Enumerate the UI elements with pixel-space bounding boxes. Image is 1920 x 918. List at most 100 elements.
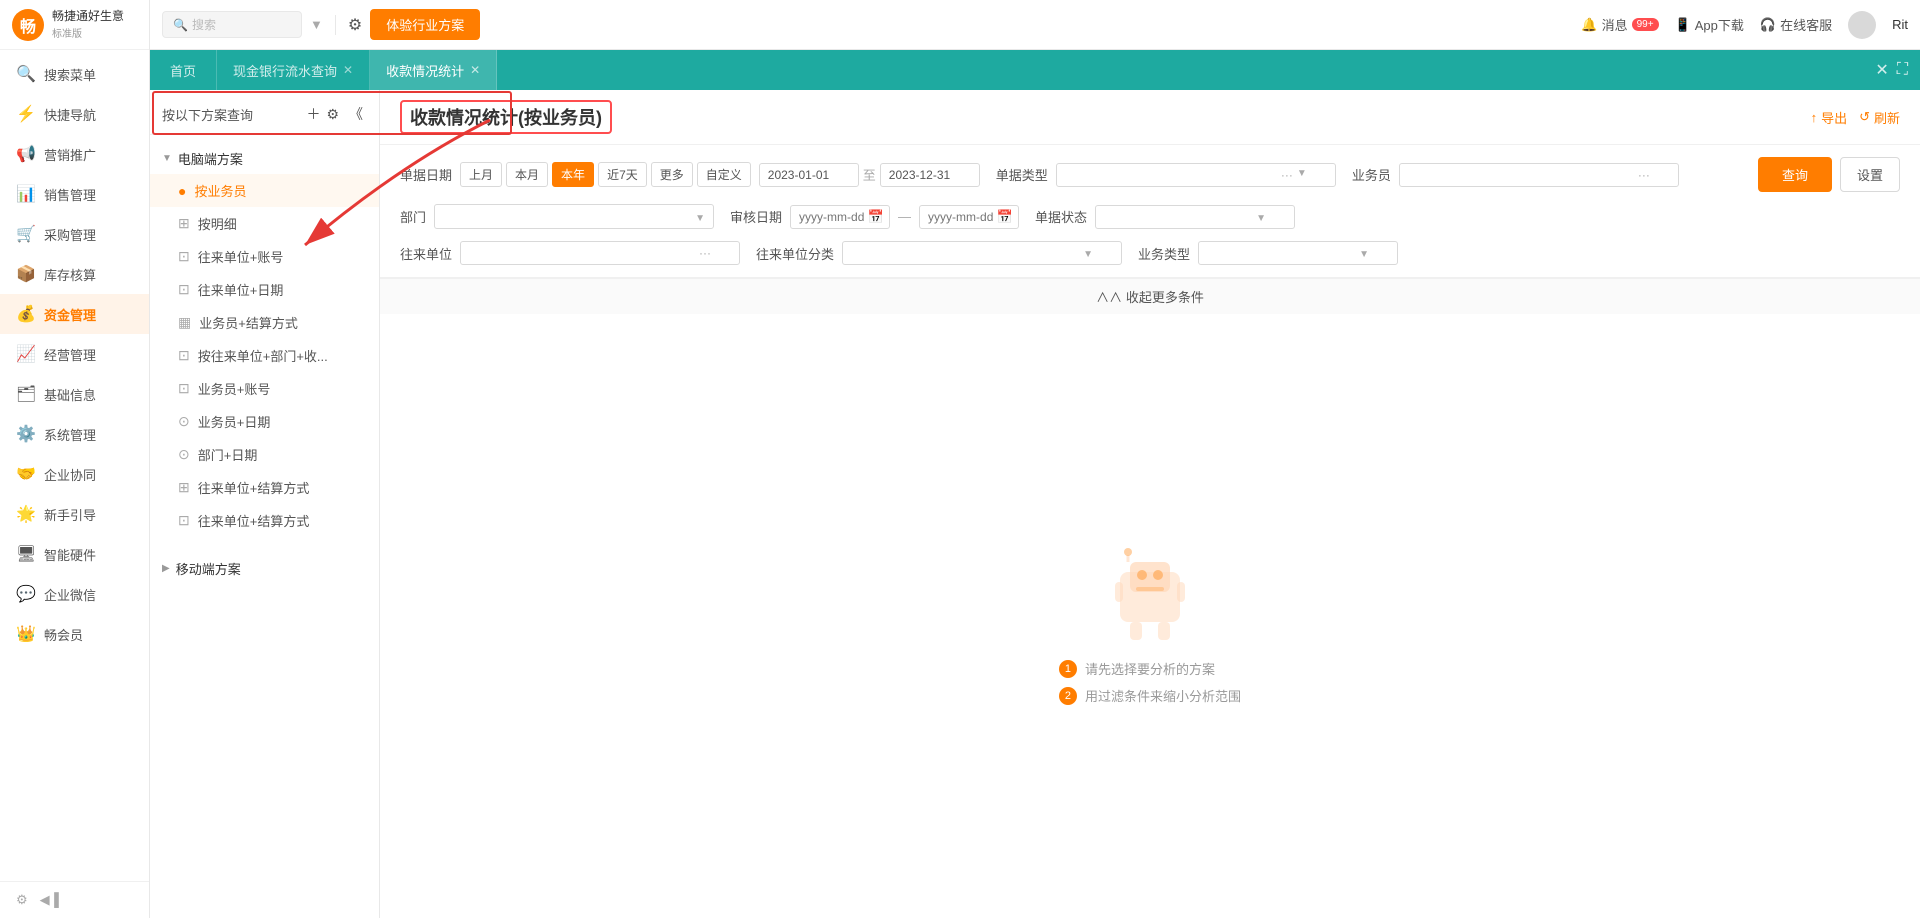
sidebar-item-enterprise[interactable]: 🤝 企业协同: [0, 454, 149, 494]
filter-item-auditdate: 审核日期 📅 — 📅: [730, 205, 1019, 229]
sidebar-item-guide[interactable]: 🌟 新手引导: [0, 494, 149, 534]
date-to-input[interactable]: [880, 163, 980, 187]
sidebar-item-member[interactable]: 👑 畅会员: [0, 614, 149, 654]
settings-button[interactable]: 设置: [1840, 157, 1900, 192]
date-btn-last7days[interactable]: 近7天: [598, 162, 647, 187]
scheme-counterpart-dept[interactable]: ⊡ 按往来单位+部门+收...: [150, 339, 379, 372]
quicknav-icon: ⚡: [16, 104, 36, 124]
sidebar-item-label: 新手引导: [44, 505, 96, 524]
dropdown-icon[interactable]: ▼: [310, 17, 323, 32]
logo-text: 畅捷通好生意: [52, 9, 124, 25]
header-divider: [335, 15, 336, 35]
salesperson-select[interactable]: ···: [1399, 163, 1679, 187]
sidebar-item-inventory[interactable]: 📦 库存核算: [0, 254, 149, 294]
doctype-select[interactable]: ··· ▼: [1056, 163, 1336, 187]
dept-select[interactable]: ▼: [434, 204, 714, 229]
app-logo: 畅 畅捷通好生意 标准版: [0, 0, 149, 50]
sidebar-item-operations[interactable]: 📈 经营管理: [0, 334, 149, 374]
scheme-settings-icon[interactable]: ⚙: [326, 106, 339, 123]
messages-badge: 99+: [1632, 18, 1659, 31]
collapse-bar[interactable]: ∧∧ 收起更多条件: [380, 278, 1920, 314]
scheme-by-detail[interactable]: ⊞ 按明细: [150, 207, 379, 240]
messages-action[interactable]: 🔔 消息 99+: [1581, 15, 1658, 34]
avatar[interactable]: [1848, 11, 1876, 39]
sidebar-item-wechat[interactable]: 💬 企业微信: [0, 574, 149, 614]
doctype-filter-label: 单据类型: [996, 165, 1048, 184]
date-btn-thisyear[interactable]: 本年: [552, 162, 594, 187]
scheme-counterpart-settlement2[interactable]: ⊡ 往来单位+结算方式: [150, 504, 379, 537]
online-service-action[interactable]: 🎧 在线客服: [1760, 15, 1832, 34]
scheme-salesperson-settlement[interactable]: ▦ 业务员+结算方式: [150, 306, 379, 339]
desktop-schemes-label: 电脑端方案: [178, 149, 243, 168]
settings-footer-icon[interactable]: ⚙: [16, 892, 28, 908]
sidebar-item-hardware[interactable]: 🖥 智能硬件: [0, 534, 149, 574]
date-from-input[interactable]: [759, 163, 859, 187]
date-btn-lastmonth[interactable]: 上月: [460, 162, 502, 187]
mobile-schemes-root[interactable]: ▶ 移动端方案: [150, 553, 379, 584]
sidebar-item-sales[interactable]: 📊 销售管理: [0, 174, 149, 214]
scheme-counterpart-date[interactable]: ⊡ 往来单位+日期: [150, 273, 379, 306]
business-type-select[interactable]: ▼: [1198, 241, 1398, 265]
sidebar-item-system[interactable]: ⚙️ 系统管理: [0, 414, 149, 454]
scheme-salesperson-account[interactable]: ⊡ 业务员+账号: [150, 372, 379, 405]
scheme-dept-date[interactable]: ⊙ 部门+日期: [150, 438, 379, 471]
sidebar-item-marketing[interactable]: 📢 营销推广: [0, 134, 149, 174]
add-scheme-button[interactable]: ＋: [306, 104, 320, 124]
mobile-schemes-label: 移动端方案: [176, 559, 241, 578]
export-button[interactable]: ↑ 导出: [1811, 108, 1848, 127]
business-type-label: 业务类型: [1138, 244, 1190, 263]
bell-icon: 🔔: [1581, 17, 1597, 33]
salesperson-filter-label: 业务员: [1352, 165, 1391, 184]
collapse-left-panel-icon[interactable]: 《: [345, 102, 367, 126]
counterpart-category-select[interactable]: ▼: [842, 241, 1122, 265]
sidebar-item-basicinfo[interactable]: 🗂 基础信息: [0, 374, 149, 414]
date-btn-custom[interactable]: 自定义: [697, 162, 751, 187]
counterpart-select[interactable]: ···: [460, 241, 740, 265]
doctype-more-icon: ···: [1281, 168, 1293, 182]
collapse-sidebar-icon[interactable]: ◀▐: [40, 892, 59, 908]
scheme-salesperson-date[interactable]: ⊙ 业务员+日期: [150, 405, 379, 438]
date-btn-more[interactable]: 更多: [651, 162, 693, 187]
app-header: 🔍 搜索 ▼ ⚙ 体验行业方案 🔔 消息 99+ 📱 App下载 🎧 在线客服 …: [150, 0, 1920, 50]
header-search[interactable]: 🔍 搜索: [162, 11, 302, 38]
step-1-text: 请先选择要分析的方案: [1085, 659, 1215, 678]
date-btn-thismonth[interactable]: 本月: [506, 162, 548, 187]
salesperson-date-icon: ⊙: [178, 413, 190, 430]
collection-stats-tab-close[interactable]: ✕: [470, 63, 480, 77]
scheme-label: 业务员+结算方式: [199, 313, 298, 332]
sidebar-item-label: 销售管理: [44, 185, 96, 204]
search-icon: 🔍: [173, 18, 188, 32]
desktop-schemes-section: ▼ 电脑端方案 ● 按业务员 ⊞ 按明细 ⊡ 往来单位+账号 ⊡ 往来单位+日期…: [150, 135, 379, 545]
docstatus-select[interactable]: ▼: [1095, 205, 1295, 229]
guide-icon: 🌟: [16, 504, 36, 524]
trial-button[interactable]: 体验行业方案: [370, 9, 480, 40]
query-button[interactable]: 查询: [1758, 157, 1832, 192]
scheme-by-salesperson[interactable]: ● 按业务员: [150, 174, 379, 207]
tab-bar-close-icon[interactable]: ✕: [1875, 60, 1888, 80]
desktop-schemes-root[interactable]: ▼ 电脑端方案: [150, 143, 379, 174]
bank-flow-tab-close[interactable]: ✕: [343, 63, 353, 77]
empty-step-1: 1 请先选择要分析的方案: [1059, 659, 1241, 678]
scheme-counterpart-account[interactable]: ⊡ 往来单位+账号: [150, 240, 379, 273]
salesperson-settlement-icon: ▦: [178, 314, 191, 331]
tab-home[interactable]: 首页: [150, 50, 217, 90]
refresh-button[interactable]: ↺ 刷新: [1859, 108, 1900, 127]
tab-collection-stats[interactable]: 收款情况统计 ✕: [370, 50, 497, 90]
app-download-label: App下载: [1695, 15, 1744, 34]
app-download-action[interactable]: 📱 App下载: [1675, 15, 1744, 34]
sidebar-item-quicknav[interactable]: ⚡ 快捷导航: [0, 94, 149, 134]
settings-icon[interactable]: ⚙: [348, 15, 362, 35]
calendar-from-icon: 📅: [868, 209, 884, 225]
filter-item-business-type: 业务类型 ▼: [1138, 241, 1398, 265]
tab-bank-flow[interactable]: 现金银行流水查询 ✕: [217, 50, 370, 90]
counterpart-account-icon: ⊡: [178, 248, 190, 265]
sidebar-item-finance[interactable]: 💰 资金管理: [0, 294, 149, 334]
counterpart-settlement2-icon: ⊡: [178, 512, 190, 529]
expand-mobile-arrow-icon: ▶: [162, 563, 170, 574]
tab-bar-maximize-icon[interactable]: ⛶: [1897, 61, 1908, 79]
sidebar-item-search[interactable]: 🔍 搜索菜单: [0, 54, 149, 94]
scheme-counterpart-settlement1[interactable]: ⊞ 往来单位+结算方式: [150, 471, 379, 504]
date-separator: 至: [863, 165, 876, 184]
sidebar-item-purchase[interactable]: 🛒 采购管理: [0, 214, 149, 254]
sidebar-item-label: 经营管理: [44, 345, 96, 364]
